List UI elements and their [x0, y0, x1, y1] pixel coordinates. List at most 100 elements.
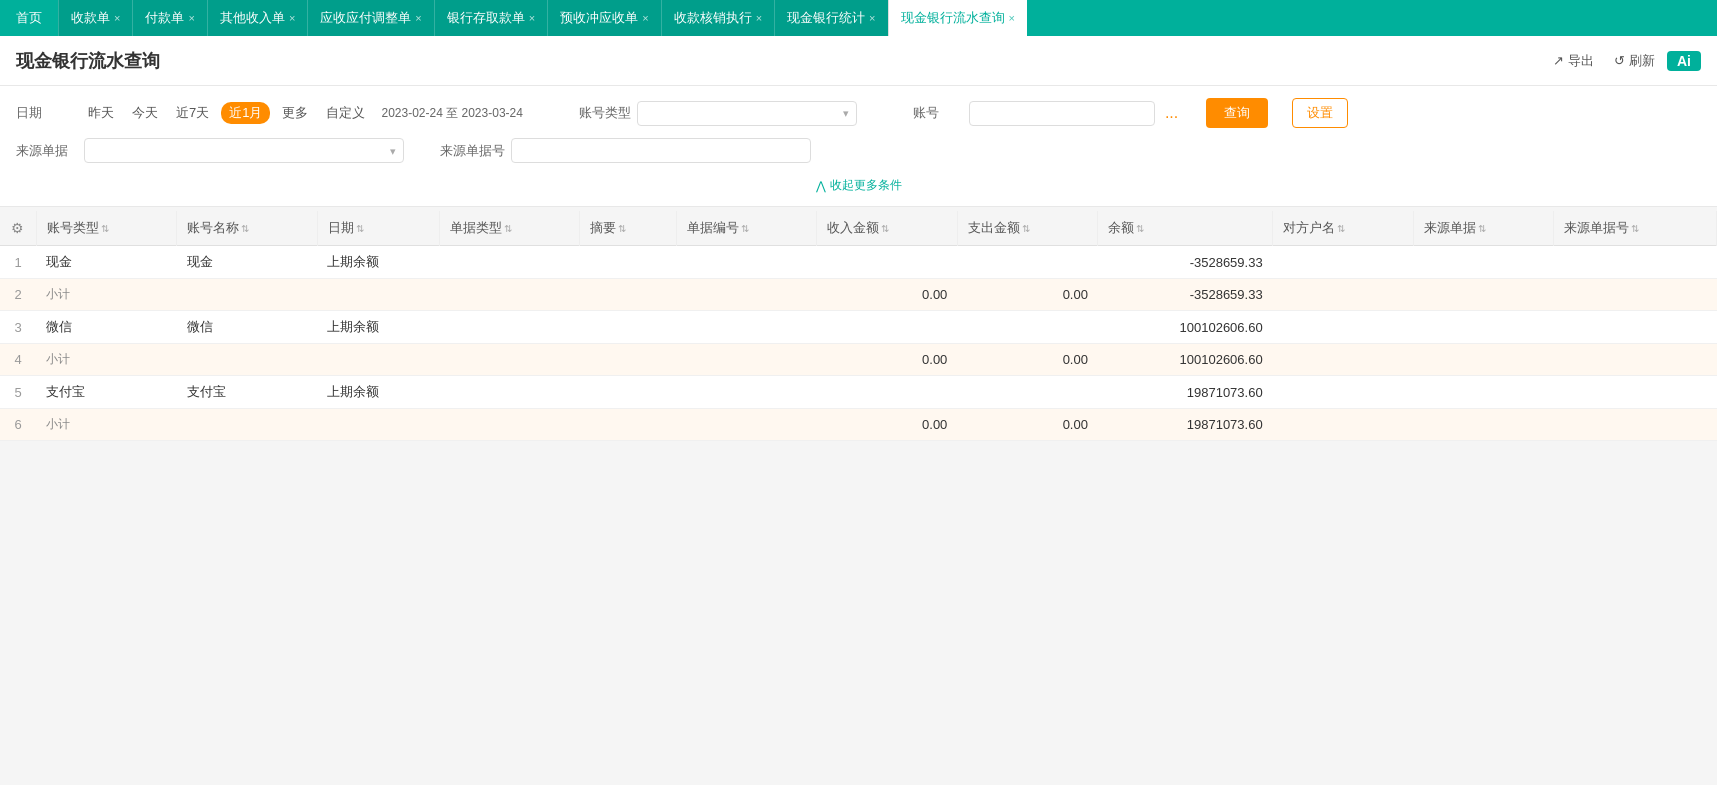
table-cell: [1413, 311, 1554, 344]
collapse-bar[interactable]: ⋀ 收起更多条件: [16, 173, 1701, 198]
table-cell: [676, 409, 817, 441]
sort-icon-date[interactable]: ⇅: [356, 223, 364, 234]
table-cell: [439, 344, 580, 376]
table-header-row: ⚙ 账号类型⇅ 账号名称⇅ 日期⇅ 单据类型⇅ 摘要⇅ 单据编号: [0, 211, 1717, 246]
table-cell: [439, 279, 580, 311]
sort-icon-counterpart[interactable]: ⇅: [1337, 223, 1345, 234]
sort-icon-summary[interactable]: ⇅: [618, 223, 626, 234]
close-icon[interactable]: ×: [1009, 12, 1015, 24]
table-cell: [439, 409, 580, 441]
sort-icon-doc-no[interactable]: ⇅: [741, 223, 749, 234]
table-cell: [1273, 409, 1414, 441]
table-cell: [1413, 246, 1554, 279]
sort-icon-expense[interactable]: ⇅: [1022, 223, 1030, 234]
nav-tab-1[interactable]: 付款单 ×: [132, 0, 206, 36]
table-cell: [439, 311, 580, 344]
close-icon[interactable]: ×: [529, 12, 535, 24]
nav-home[interactable]: 首页: [0, 0, 58, 36]
table-cell: [317, 344, 439, 376]
table-cell: [957, 311, 1098, 344]
top-nav: 首页 收款单 × 付款单 × 其他收入单 × 应收应付调整单 × 银行存取款单 …: [0, 0, 1717, 36]
table-cell: [817, 311, 958, 344]
refresh-icon: ↺: [1614, 53, 1625, 68]
close-icon[interactable]: ×: [415, 12, 421, 24]
table-cell: 上期余额: [317, 246, 439, 279]
table-cell: 支付宝: [36, 376, 177, 409]
ai-badge[interactable]: Ai: [1667, 51, 1701, 71]
table-cell: 3: [0, 311, 36, 344]
table-cell: [1273, 311, 1414, 344]
col-account-name: 账号名称⇅: [177, 211, 318, 246]
table-cell: [317, 409, 439, 441]
nav-tab-4[interactable]: 银行存取款单 ×: [434, 0, 547, 36]
sort-icon-doc-type[interactable]: ⇅: [504, 223, 512, 234]
table-row: 5支付宝支付宝上期余额19871073.60: [0, 376, 1717, 409]
sort-icon-account-type[interactable]: ⇅: [101, 223, 109, 234]
date-opt-7days[interactable]: 近7天: [170, 102, 215, 124]
nav-tab-3[interactable]: 应收应付调整单 ×: [307, 0, 433, 36]
table-cell: [580, 279, 677, 311]
table-cell: 100102606.60: [1098, 344, 1273, 376]
dots-button[interactable]: ...: [1161, 104, 1182, 122]
col-income: 收入金额⇅: [817, 211, 958, 246]
nav-tab-8[interactable]: 现金银行流水查询 ×: [888, 0, 1027, 36]
table-cell: [1554, 279, 1717, 311]
gear-icon[interactable]: ⚙: [11, 220, 24, 236]
date-opt-yesterday[interactable]: 昨天: [82, 102, 120, 124]
sort-icon-balance[interactable]: ⇅: [1136, 223, 1144, 234]
filter-row-1: 日期 昨天 今天 近7天 近1月 更多 自定义 2023-02-24 至 202…: [16, 98, 1701, 128]
page-header: 现金银行流水查询 ↗ 导出 ↺ 刷新 Ai: [0, 36, 1717, 86]
source-doc-select[interactable]: [84, 138, 404, 163]
settings-button[interactable]: 设置: [1292, 98, 1348, 128]
sort-icon-source-doc-no[interactable]: ⇅: [1631, 223, 1639, 234]
table-cell: [1413, 344, 1554, 376]
source-doc-no-input[interactable]: [511, 138, 811, 163]
table-cell: 支付宝: [177, 376, 318, 409]
table-cell: [1413, 279, 1554, 311]
close-icon[interactable]: ×: [642, 12, 648, 24]
close-icon[interactable]: ×: [756, 12, 762, 24]
close-icon[interactable]: ×: [869, 12, 875, 24]
nav-tab-2[interactable]: 其他收入单 ×: [207, 0, 307, 36]
date-opt-today[interactable]: 今天: [126, 102, 164, 124]
table-cell: 0.00: [957, 279, 1098, 311]
table-cell: 上期余额: [317, 376, 439, 409]
export-button[interactable]: ↗ 导出: [1545, 48, 1602, 74]
col-doc-type: 单据类型⇅: [439, 211, 580, 246]
close-icon[interactable]: ×: [188, 12, 194, 24]
table-cell: -3528659.33: [1098, 279, 1273, 311]
col-source-doc-no: 来源单据号⇅: [1554, 211, 1717, 246]
table-cell: 小计: [36, 279, 177, 311]
table-cell: [177, 344, 318, 376]
table-cell: [957, 376, 1098, 409]
table-cell: 2: [0, 279, 36, 311]
nav-tab-0[interactable]: 收款单 ×: [58, 0, 132, 36]
account-type-select[interactable]: [637, 101, 857, 126]
table-cell: 现金: [177, 246, 318, 279]
col-balance: 余额⇅: [1098, 211, 1273, 246]
account-type-group: 账号类型: [579, 101, 857, 126]
sort-icon-source-doc[interactable]: ⇅: [1478, 223, 1486, 234]
nav-tab-6[interactable]: 收款核销执行 ×: [661, 0, 774, 36]
nav-tab-5[interactable]: 预收冲应收单 ×: [547, 0, 660, 36]
close-icon[interactable]: ×: [114, 12, 120, 24]
sort-icon-income[interactable]: ⇅: [881, 223, 889, 234]
table-cell: 0.00: [817, 279, 958, 311]
table-cell: [1273, 279, 1414, 311]
table-cell: 100102606.60: [1098, 311, 1273, 344]
table-cell: [177, 409, 318, 441]
header-actions: ↗ 导出 ↺ 刷新 Ai: [1545, 48, 1701, 74]
close-icon[interactable]: ×: [289, 12, 295, 24]
table-cell: [1273, 376, 1414, 409]
refresh-button[interactable]: ↺ 刷新: [1606, 48, 1663, 74]
date-opt-custom[interactable]: 自定义: [320, 102, 371, 124]
query-button[interactable]: 查询: [1206, 98, 1268, 128]
date-opt-more[interactable]: 更多: [276, 102, 314, 124]
table-cell: [1273, 246, 1414, 279]
date-opt-1month[interactable]: 近1月: [221, 102, 270, 124]
table-cell: 19871073.60: [1098, 409, 1273, 441]
table-cell: [1554, 344, 1717, 376]
account-input[interactable]: [969, 101, 1155, 126]
sort-icon-account-name[interactable]: ⇅: [241, 223, 249, 234]
nav-tab-7[interactable]: 现金银行统计 ×: [774, 0, 887, 36]
